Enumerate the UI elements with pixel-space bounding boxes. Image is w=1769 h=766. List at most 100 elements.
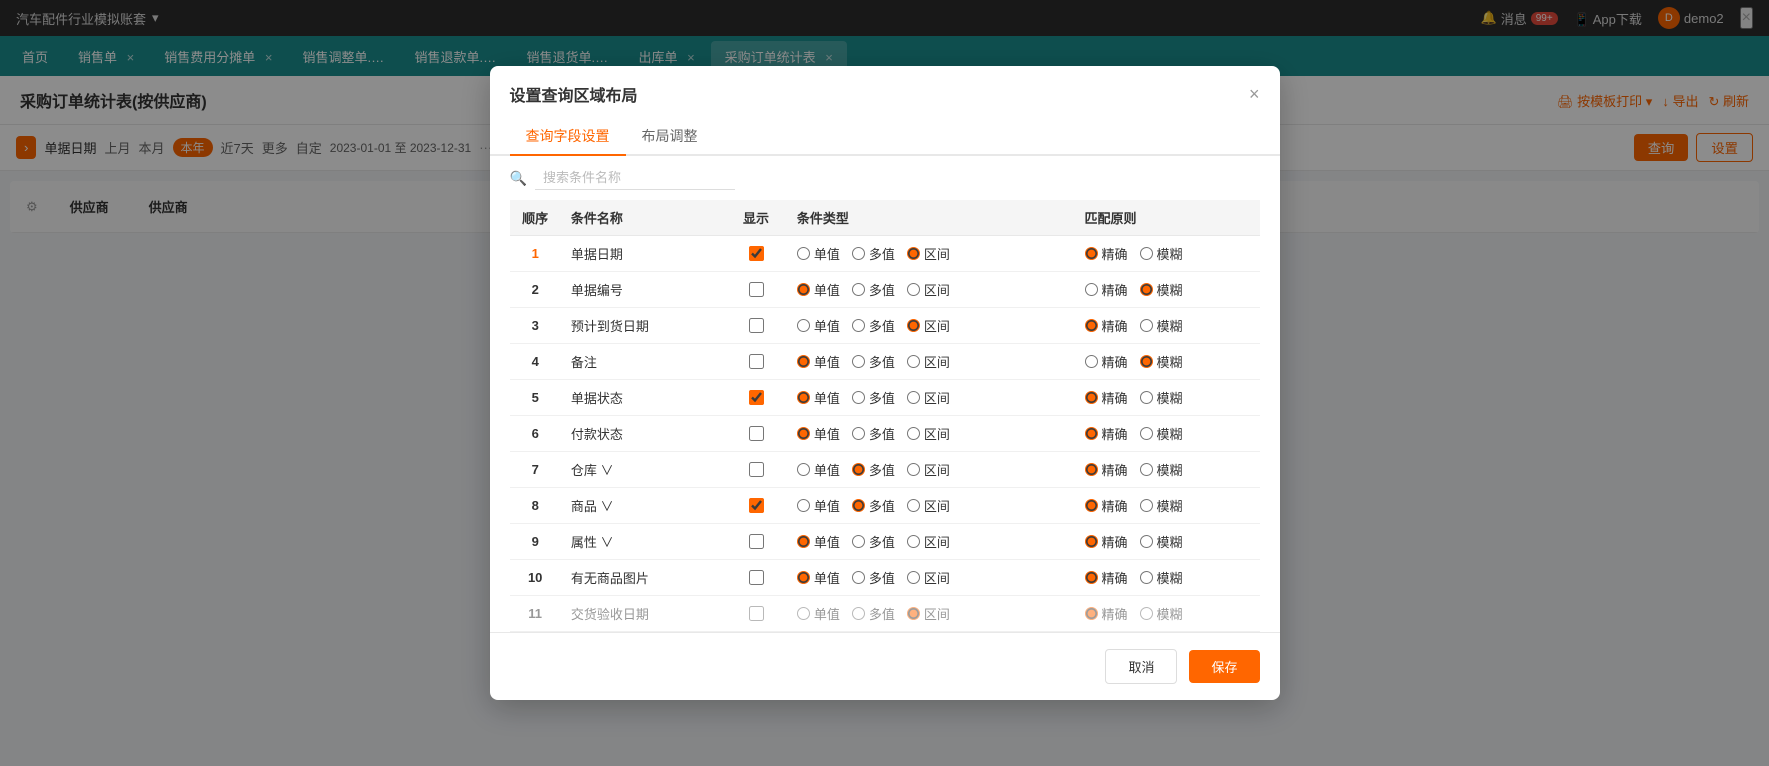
range-radio-item[interactable]: 区间 bbox=[907, 460, 950, 479]
multi-radio-item[interactable]: 多值 bbox=[852, 496, 895, 515]
multi-radio[interactable] bbox=[852, 535, 865, 548]
fuzzy-radio[interactable] bbox=[1140, 283, 1153, 296]
single-radio[interactable] bbox=[797, 283, 810, 296]
display-checkbox[interactable] bbox=[749, 390, 764, 405]
single-radio-item[interactable]: 单值 bbox=[797, 568, 840, 587]
single-radio-item[interactable]: 单值 bbox=[797, 316, 840, 335]
cancel-button[interactable]: 取消 bbox=[1105, 649, 1177, 684]
single-radio[interactable] bbox=[797, 391, 810, 404]
single-radio-item[interactable]: 单值 bbox=[797, 352, 840, 371]
range-radio[interactable] bbox=[907, 463, 920, 476]
single-radio[interactable] bbox=[797, 607, 810, 620]
multi-radio[interactable] bbox=[852, 319, 865, 332]
fuzzy-radio-item[interactable]: 模糊 bbox=[1140, 424, 1183, 443]
exact-radio-item[interactable]: 精确 bbox=[1085, 316, 1128, 335]
exact-radio-item[interactable]: 精确 bbox=[1085, 460, 1128, 479]
fuzzy-radio-item[interactable]: 模糊 bbox=[1140, 388, 1183, 407]
range-radio[interactable] bbox=[907, 571, 920, 584]
fuzzy-radio[interactable] bbox=[1140, 535, 1153, 548]
single-radio-item[interactable]: 单值 bbox=[797, 280, 840, 299]
exact-radio-item[interactable]: 精确 bbox=[1085, 424, 1128, 443]
range-radio[interactable] bbox=[907, 607, 920, 620]
fuzzy-radio-item[interactable]: 模糊 bbox=[1140, 496, 1183, 515]
range-radio-item[interactable]: 区间 bbox=[907, 604, 950, 623]
multi-radio[interactable] bbox=[852, 499, 865, 512]
range-radio[interactable] bbox=[907, 499, 920, 512]
single-radio[interactable] bbox=[797, 355, 810, 368]
display-checkbox[interactable] bbox=[749, 354, 764, 369]
display-checkbox[interactable] bbox=[749, 570, 764, 585]
multi-radio[interactable] bbox=[852, 391, 865, 404]
exact-radio-item[interactable]: 精确 bbox=[1085, 568, 1128, 587]
single-radio[interactable] bbox=[797, 247, 810, 260]
exact-radio[interactable] bbox=[1085, 391, 1098, 404]
exact-radio[interactable] bbox=[1085, 607, 1098, 620]
fuzzy-radio[interactable] bbox=[1140, 427, 1153, 440]
range-radio-item[interactable]: 区间 bbox=[907, 244, 950, 263]
multi-radio-item[interactable]: 多值 bbox=[852, 604, 895, 623]
multi-radio-item[interactable]: 多值 bbox=[852, 568, 895, 587]
exact-radio[interactable] bbox=[1085, 319, 1098, 332]
single-radio-item[interactable]: 单值 bbox=[797, 244, 840, 263]
fuzzy-radio-item[interactable]: 模糊 bbox=[1140, 316, 1183, 335]
exact-radio[interactable] bbox=[1085, 283, 1098, 296]
multi-radio[interactable] bbox=[852, 607, 865, 620]
display-checkbox[interactable] bbox=[749, 426, 764, 441]
exact-radio-item[interactable]: 精确 bbox=[1085, 352, 1128, 371]
single-radio[interactable] bbox=[797, 427, 810, 440]
display-checkbox[interactable] bbox=[749, 282, 764, 297]
display-checkbox[interactable] bbox=[749, 498, 764, 513]
single-radio[interactable] bbox=[797, 571, 810, 584]
exact-radio[interactable] bbox=[1085, 499, 1098, 512]
single-radio[interactable] bbox=[797, 499, 810, 512]
dialog-close-button[interactable]: × bbox=[1249, 84, 1260, 105]
display-checkbox[interactable] bbox=[749, 462, 764, 477]
fuzzy-radio-item[interactable]: 模糊 bbox=[1140, 460, 1183, 479]
range-radio[interactable] bbox=[907, 535, 920, 548]
single-radio-item[interactable]: 单值 bbox=[797, 496, 840, 515]
multi-radio[interactable] bbox=[852, 463, 865, 476]
multi-radio-item[interactable]: 多值 bbox=[852, 280, 895, 299]
exact-radio[interactable] bbox=[1085, 355, 1098, 368]
multi-radio[interactable] bbox=[852, 283, 865, 296]
single-radio[interactable] bbox=[797, 535, 810, 548]
fuzzy-radio-item[interactable]: 模糊 bbox=[1140, 280, 1183, 299]
fuzzy-radio-item[interactable]: 模糊 bbox=[1140, 532, 1183, 551]
range-radio-item[interactable]: 区间 bbox=[907, 352, 950, 371]
fuzzy-radio[interactable] bbox=[1140, 247, 1153, 260]
single-radio[interactable] bbox=[797, 463, 810, 476]
exact-radio-item[interactable]: 精确 bbox=[1085, 244, 1128, 263]
display-checkbox[interactable] bbox=[749, 318, 764, 333]
save-button[interactable]: 保存 bbox=[1189, 650, 1259, 683]
single-radio-item[interactable]: 单值 bbox=[797, 532, 840, 551]
fuzzy-radio-item[interactable]: 模糊 bbox=[1140, 568, 1183, 587]
exact-radio[interactable] bbox=[1085, 463, 1098, 476]
fuzzy-radio[interactable] bbox=[1140, 355, 1153, 368]
multi-radio[interactable] bbox=[852, 355, 865, 368]
fuzzy-radio[interactable] bbox=[1140, 463, 1153, 476]
search-input[interactable] bbox=[535, 166, 735, 190]
multi-radio-item[interactable]: 多值 bbox=[852, 388, 895, 407]
range-radio[interactable] bbox=[907, 319, 920, 332]
fuzzy-radio[interactable] bbox=[1140, 391, 1153, 404]
fuzzy-radio-item[interactable]: 模糊 bbox=[1140, 352, 1183, 371]
range-radio-item[interactable]: 区间 bbox=[907, 532, 950, 551]
fuzzy-radio-item[interactable]: 模糊 bbox=[1140, 604, 1183, 623]
exact-radio-item[interactable]: 精确 bbox=[1085, 388, 1128, 407]
range-radio-item[interactable]: 区间 bbox=[907, 496, 950, 515]
multi-radio-item[interactable]: 多值 bbox=[852, 532, 895, 551]
range-radio[interactable] bbox=[907, 355, 920, 368]
multi-radio[interactable] bbox=[852, 571, 865, 584]
range-radio[interactable] bbox=[907, 427, 920, 440]
range-radio-item[interactable]: 区间 bbox=[907, 568, 950, 587]
exact-radio[interactable] bbox=[1085, 571, 1098, 584]
fuzzy-radio-item[interactable]: 模糊 bbox=[1140, 244, 1183, 263]
range-radio-item[interactable]: 区间 bbox=[907, 316, 950, 335]
multi-radio-item[interactable]: 多值 bbox=[852, 352, 895, 371]
exact-radio[interactable] bbox=[1085, 247, 1098, 260]
single-radio-item[interactable]: 单值 bbox=[797, 460, 840, 479]
display-checkbox[interactable] bbox=[749, 246, 764, 261]
multi-radio[interactable] bbox=[852, 247, 865, 260]
range-radio[interactable] bbox=[907, 283, 920, 296]
multi-radio-item[interactable]: 多值 bbox=[852, 424, 895, 443]
